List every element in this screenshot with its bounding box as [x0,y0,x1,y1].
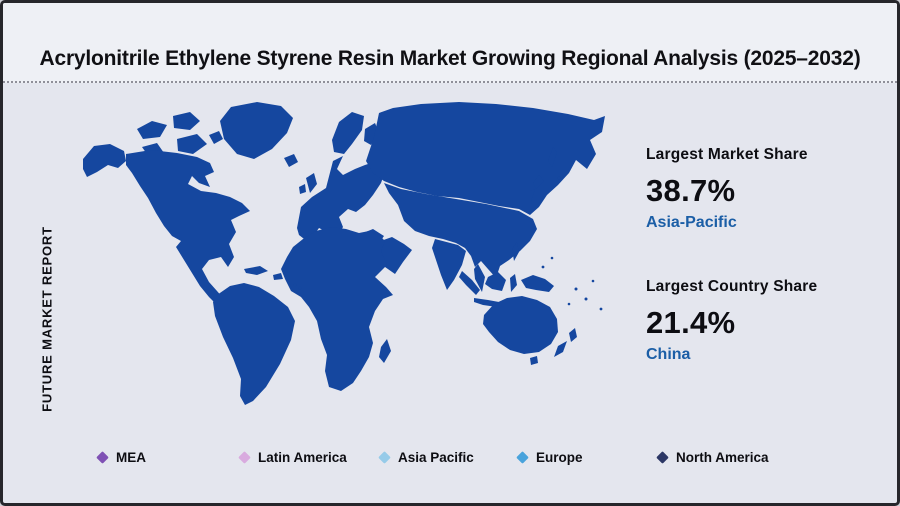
stat-label: Largest Country Share [646,278,818,295]
legend-swatch-icon [96,451,109,464]
legend-label: MEA [116,450,146,465]
world-landmass [83,102,605,405]
legend-item-latin-america: Latin America [238,450,347,465]
legend-swatch-icon [378,451,391,464]
stat-largest-market-share: Largest Market Share 38.7% Asia-Pacific [646,146,886,232]
legend-label: Europe [536,450,583,465]
legend-label: Latin America [258,450,347,465]
stat-value: 21.4% [646,305,736,340]
infographic-frame: Acrylonitrile Ethylene Styrene Resin Mar… [0,0,900,506]
legend-swatch-icon [516,451,529,464]
stat-value: 38.7% [646,173,736,208]
page-title: Acrylonitrile Ethylene Styrene Resin Mar… [39,47,861,70]
legend-item-europe: Europe [516,450,583,465]
legend: MEA Latin America Asia Pacific Europe No… [3,450,897,470]
stat-label: Largest Market Share [646,146,808,163]
stats-panel: Largest Market Share 38.7% Asia-Pacific … [646,146,886,364]
stat-region: China [646,346,691,363]
legend-item-asia-pacific: Asia Pacific [378,450,474,465]
world-map [81,99,616,414]
legend-swatch-icon [656,451,669,464]
stat-region: Asia-Pacific [646,214,737,231]
header-band: Acrylonitrile Ethylene Styrene Resin Mar… [3,3,897,83]
legend-swatch-icon [238,451,251,464]
legend-item-mea: MEA [96,450,146,465]
stat-largest-country-share: Largest Country Share 21.4% China [646,278,886,364]
legend-label: North America [676,450,769,465]
vertical-watermark: FUTURE MARKET REPORT [39,226,55,412]
world-map-svg [83,102,605,405]
legend-label: Asia Pacific [398,450,474,465]
legend-item-north-america: North America [656,450,769,465]
